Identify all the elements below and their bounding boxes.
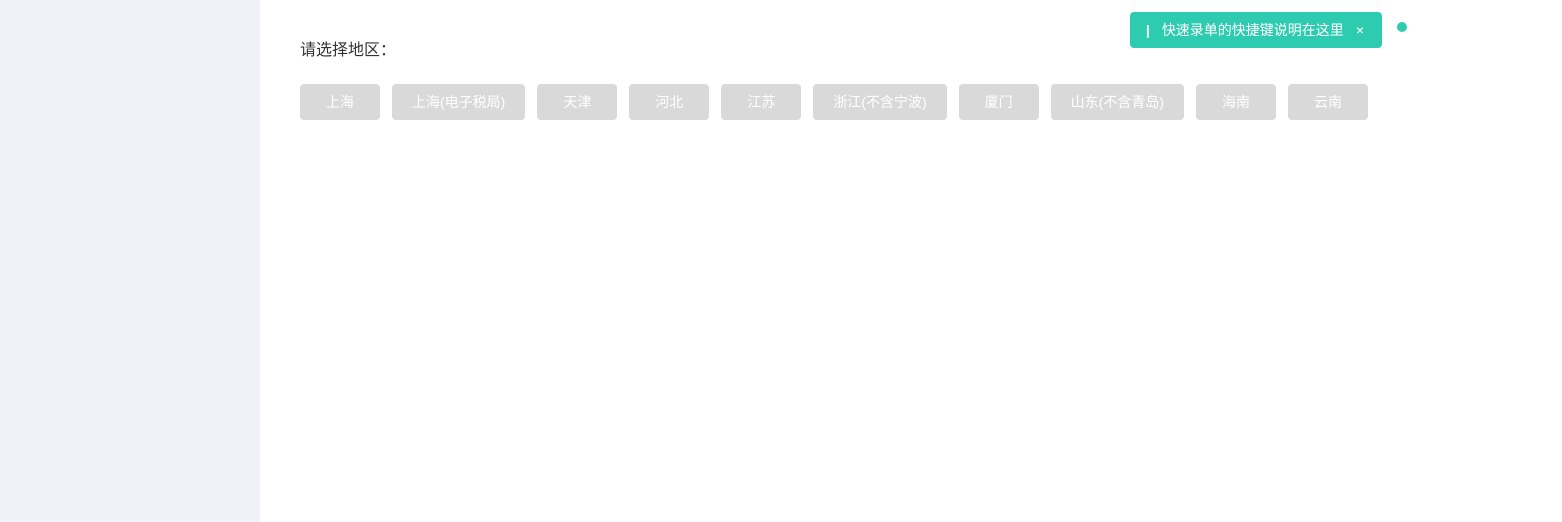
region-row-1: 上海 上海(电子税局) 天津 河北 江苏 浙江(不含宁波) 厦门 — [300, 84, 1039, 120]
region-btn-yunnan[interactable]: 云南 — [1288, 84, 1368, 120]
region-btn-zhejiang[interactable]: 浙江(不含宁波) — [813, 84, 946, 120]
region-btn-shanghai[interactable]: 上海 — [300, 84, 380, 120]
region-buttons-container: 上海 上海(电子税局) 天津 河北 江苏 浙江(不含宁波) 厦门 山东(不含青岛… — [300, 84, 1522, 132]
region-btn-xiamen[interactable]: 厦门 — [959, 84, 1039, 120]
sidebar — [0, 0, 260, 522]
region-btn-tianjin[interactable]: 天津 — [537, 84, 617, 120]
tooltip-close-button[interactable]: × — [1354, 22, 1366, 38]
tooltip-text: 快速录单的快捷键说明在这里 — [1162, 20, 1344, 40]
region-btn-hainan[interactable]: 海南 — [1196, 84, 1276, 120]
main-content: 请选择地区： 上海 上海(电子税局) 天津 河北 江苏 浙江(不含宁波) 厦门 … — [260, 0, 1562, 522]
tooltip-banner: 快速录单的快捷键说明在这里 × — [1130, 12, 1382, 48]
tooltip-dot — [1397, 22, 1407, 32]
region-row-2: 山东(不含青岛) 海南 云南 — [1051, 84, 1368, 120]
region-btn-shandong[interactable]: 山东(不含青岛) — [1051, 84, 1184, 120]
region-btn-hebei[interactable]: 河北 — [629, 84, 709, 120]
region-btn-jiangsu[interactable]: 江苏 — [721, 84, 801, 120]
region-btn-shanghai-esb[interactable]: 上海(电子税局) — [392, 84, 525, 120]
